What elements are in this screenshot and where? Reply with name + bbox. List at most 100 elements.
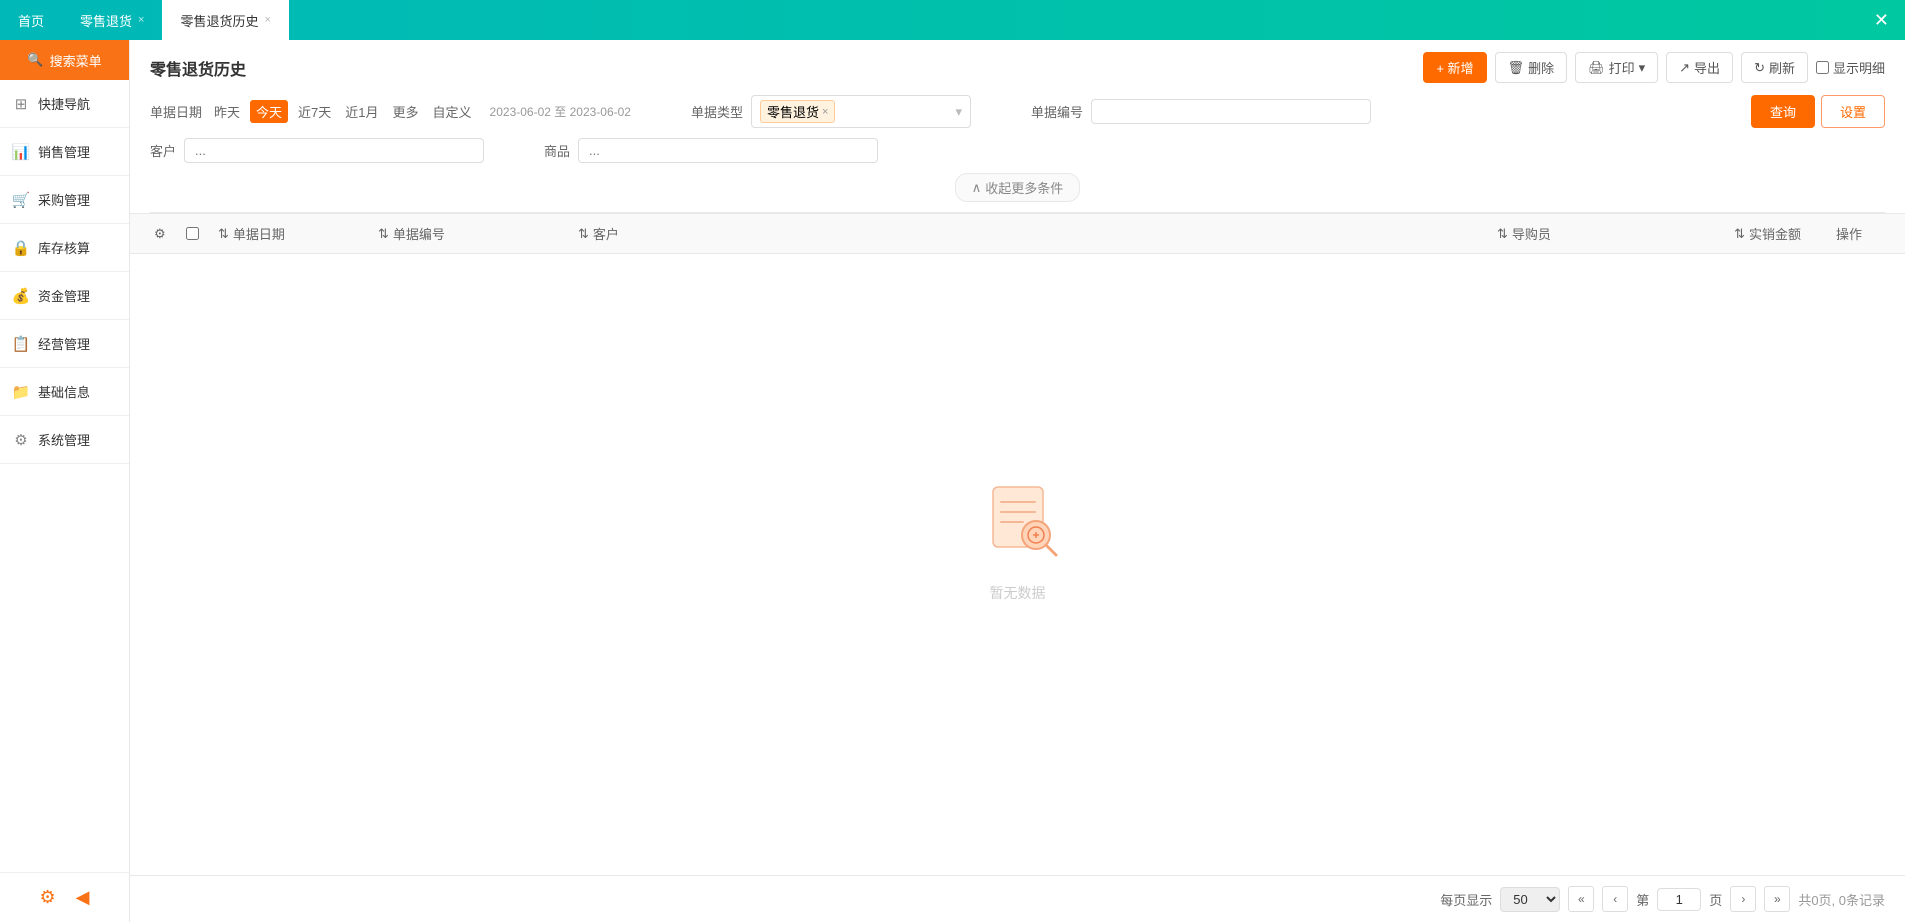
date-option-more[interactable]: 更多 bbox=[389, 100, 423, 123]
export-button[interactable]: ↗ 导出 bbox=[1666, 52, 1733, 83]
per-page-select[interactable]: 50 10 20 100 bbox=[1500, 887, 1560, 912]
th-billno[interactable]: ⇅ 单据编号 bbox=[370, 224, 570, 243]
print-chevron-icon: ▾ bbox=[1639, 60, 1646, 76]
th-action-text: 操作 bbox=[1836, 224, 1862, 243]
date-option-custom[interactable]: 自定义 bbox=[429, 100, 476, 123]
pagination-bar: 每页显示 50 10 20 100 « ‹ 第 页 › » 共0页, 0条记录 bbox=[130, 875, 1905, 922]
page-input[interactable] bbox=[1657, 888, 1701, 911]
sidebar-item-basic-info-label: 基础信息 bbox=[38, 382, 90, 401]
bill-no-input[interactable] bbox=[1091, 99, 1371, 124]
sidebar-item-operations-label: 经营管理 bbox=[38, 334, 90, 353]
customer-filter-group: 客户 bbox=[150, 138, 484, 163]
page-header: 零售退货历史 + 新增 🗑 删除 🖨 打印 ▾ ↗ bbox=[130, 40, 1905, 214]
filter-row-1: 单据日期 昨天 今天 近7天 近1月 更多 自定义 2023-06-02 至 2… bbox=[150, 95, 1885, 128]
delete-button[interactable]: 🗑 删除 bbox=[1495, 52, 1568, 83]
bill-type-chevron-icon: ▾ bbox=[955, 104, 962, 120]
prev-page-button[interactable]: ‹ bbox=[1602, 886, 1628, 912]
sidebar-item-sales-mgmt[interactable]: 📊 销售管理 bbox=[0, 128, 129, 176]
th-customer[interactable]: ⇅ 客户 bbox=[570, 224, 1489, 243]
sidebar-search[interactable]: 🔍 搜索菜单 bbox=[0, 40, 129, 80]
topbar: 首页 零售退货 × 零售退货历史 × ✕ bbox=[0, 0, 1905, 40]
collapse-button-label: 收起更多条件 bbox=[985, 178, 1063, 197]
trash-icon: 🗑 bbox=[1508, 60, 1525, 76]
add-button-label: + 新增 bbox=[1436, 58, 1473, 77]
first-page-button[interactable]: « bbox=[1568, 886, 1594, 912]
window-close-button[interactable]: ✕ bbox=[1874, 10, 1905, 31]
date-option-7days[interactable]: 近7天 bbox=[294, 100, 335, 123]
collapse-button[interactable]: ∧ 收起更多条件 bbox=[955, 173, 1081, 202]
purchase-icon: 🛒 bbox=[12, 191, 30, 209]
th-guide[interactable]: ⇅ 导购员 bbox=[1489, 224, 1649, 243]
query-button-label: 查询 bbox=[1770, 102, 1796, 121]
search-icon: 🔍 bbox=[27, 52, 43, 68]
collapse-up-icon: ∧ bbox=[972, 180, 982, 196]
add-button[interactable]: + 新增 bbox=[1423, 52, 1486, 83]
date-option-yesterday[interactable]: 昨天 bbox=[210, 100, 244, 123]
page-label: 第 bbox=[1636, 890, 1649, 909]
tab-retail-return-close[interactable]: × bbox=[138, 14, 144, 26]
th-billno-text: 单据编号 bbox=[393, 224, 445, 243]
export-button-label: 导出 bbox=[1694, 58, 1720, 77]
sidebar-search-label: 搜索菜单 bbox=[50, 51, 102, 70]
last-page-button[interactable]: » bbox=[1764, 886, 1790, 912]
th-date-label: ⇅ bbox=[218, 226, 229, 242]
refresh-button-label: 刷新 bbox=[1769, 58, 1795, 77]
tab-retail-return[interactable]: 零售退货 × bbox=[62, 0, 162, 40]
th-guide-text: 导购员 bbox=[1512, 224, 1551, 243]
th-settings[interactable]: ⚙ bbox=[146, 226, 178, 242]
empty-text: 暂无数据 bbox=[990, 583, 1046, 603]
date-range-text: 2023-06-02 至 2023-06-02 bbox=[490, 103, 631, 120]
th-date[interactable]: ⇅ 单据日期 bbox=[210, 224, 370, 243]
sidebar-item-basic-info[interactable]: 📁 基础信息 bbox=[0, 368, 129, 416]
th-billno-sort-icon: ⇅ bbox=[378, 226, 389, 242]
refresh-icon: ↻ bbox=[1754, 60, 1765, 76]
bill-type-select[interactable]: 零售退货 × ▾ bbox=[751, 95, 971, 128]
query-button[interactable]: 查询 bbox=[1751, 95, 1815, 128]
page-title-row: 零售退货历史 + 新增 🗑 删除 🖨 打印 ▾ ↗ bbox=[150, 52, 1885, 83]
setting-button[interactable]: 设置 bbox=[1821, 95, 1885, 128]
goods-label: 商品 bbox=[544, 141, 570, 160]
bill-type-tag: 零售退货 × bbox=[760, 100, 835, 123]
th-checkbox[interactable] bbox=[178, 227, 210, 240]
collapse-sidebar-icon[interactable]: ◀ bbox=[76, 887, 90, 908]
operations-icon: 📋 bbox=[12, 335, 30, 353]
main-layout: 🔍 搜索菜单 ⊞ 快捷导航 📊 销售管理 🛒 采购管理 🔒 库存核算 💰 资金管… bbox=[0, 40, 1905, 922]
sidebar-item-quick-nav[interactable]: ⊞ 快捷导航 bbox=[0, 80, 129, 128]
customer-input[interactable] bbox=[184, 138, 484, 163]
empty-illustration bbox=[968, 467, 1068, 567]
sidebar-item-purchase-mgmt[interactable]: 🛒 采购管理 bbox=[0, 176, 129, 224]
select-all-checkbox[interactable] bbox=[186, 227, 199, 240]
print-icon: 🖨 bbox=[1588, 60, 1605, 76]
th-amount-sort-icon: ⇅ bbox=[1734, 226, 1745, 242]
next-page-button[interactable]: › bbox=[1730, 886, 1756, 912]
toolbar-buttons: + 新增 🗑 删除 🖨 打印 ▾ ↗ 导出 bbox=[1423, 52, 1885, 83]
tab-retail-return-history[interactable]: 零售退货历史 × bbox=[162, 0, 288, 40]
date-option-1month[interactable]: 近1月 bbox=[341, 100, 382, 123]
sidebar-item-operations[interactable]: 📋 经营管理 bbox=[0, 320, 129, 368]
page-title: 零售退货历史 bbox=[150, 56, 246, 80]
tab-home-label: 首页 bbox=[18, 11, 44, 30]
th-customer-text: 客户 bbox=[593, 224, 619, 243]
delete-button-label: 删除 bbox=[1528, 58, 1554, 77]
table-area: ⚙ ⇅ 单据日期 ⇅ 单据编号 ⇅ 客户 ⇅ bbox=[130, 214, 1905, 922]
sidebar-bottom: ⚙ ◀ bbox=[0, 872, 129, 922]
goods-input[interactable] bbox=[578, 138, 878, 163]
print-button[interactable]: 🖨 打印 ▾ bbox=[1575, 52, 1658, 83]
sidebar-item-system[interactable]: ⚙ 系统管理 bbox=[0, 416, 129, 464]
date-option-today[interactable]: 今天 bbox=[250, 100, 288, 123]
tab-retail-return-history-close[interactable]: × bbox=[264, 14, 270, 26]
tab-retail-return-history-label: 零售退货历史 bbox=[180, 11, 258, 30]
show-detail-checkbox[interactable] bbox=[1816, 61, 1829, 74]
bill-type-tag-close[interactable]: × bbox=[822, 106, 828, 118]
refresh-button[interactable]: ↻ 刷新 bbox=[1741, 52, 1808, 83]
sidebar-item-finance[interactable]: 💰 资金管理 bbox=[0, 272, 129, 320]
th-amount-text: 实销金额 bbox=[1749, 224, 1801, 243]
basic-info-icon: 📁 bbox=[12, 383, 30, 401]
tab-retail-return-label: 零售退货 bbox=[80, 11, 132, 30]
th-amount[interactable]: ⇅ 实销金额 bbox=[1649, 224, 1809, 243]
settings-bottom-icon[interactable]: ⚙ bbox=[40, 887, 56, 908]
show-detail-checkbox-label[interactable]: 显示明细 bbox=[1816, 58, 1885, 77]
th-action: 操作 bbox=[1809, 224, 1889, 243]
sidebar-item-inventory[interactable]: 🔒 库存核算 bbox=[0, 224, 129, 272]
tab-home[interactable]: 首页 bbox=[0, 0, 62, 40]
